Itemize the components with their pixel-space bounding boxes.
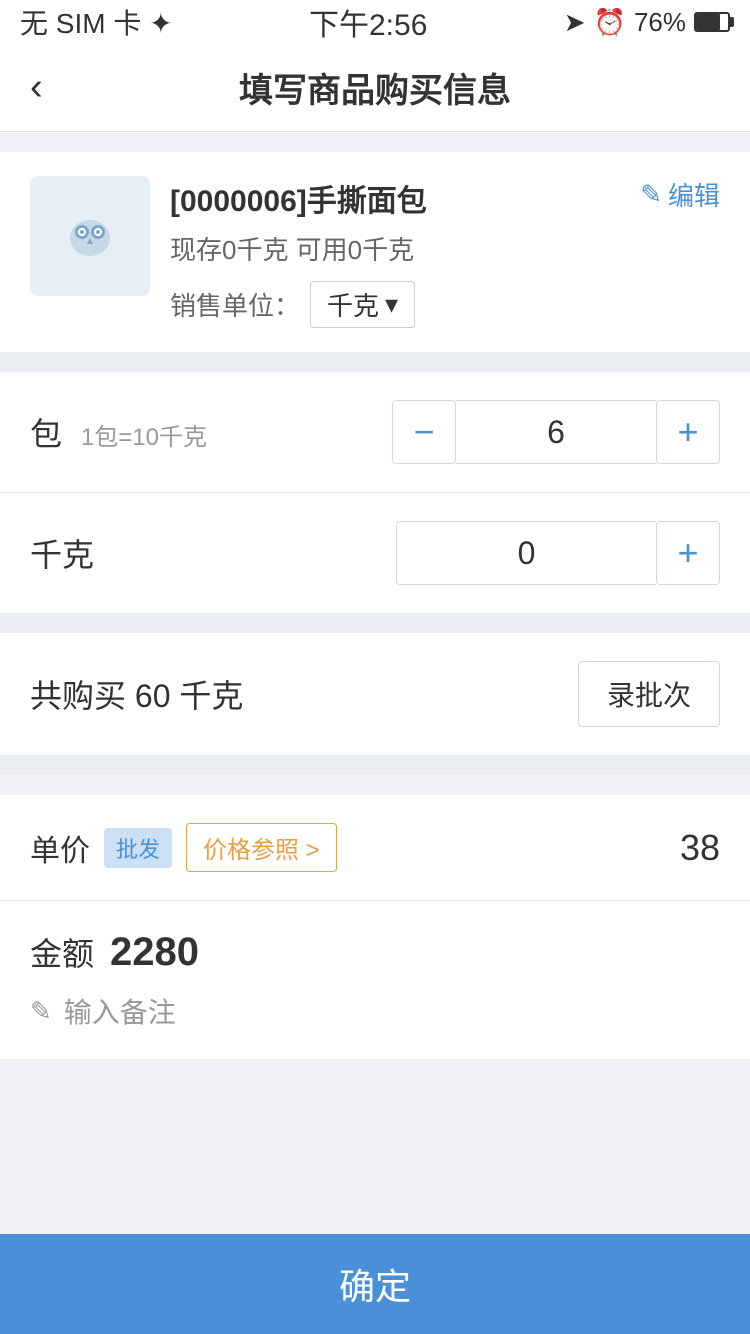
input-section: 包 1包=10千克 − + 千克 + xyxy=(0,372,750,613)
price-value: 38 xyxy=(680,827,720,869)
amount-section: 金额 2280 ✎ 输入备注 xyxy=(0,900,750,1059)
status-time: 下午2:56 xyxy=(309,0,427,44)
kg-increase-button[interactable]: + xyxy=(656,521,720,585)
kg-input[interactable] xyxy=(396,521,656,585)
batch-button[interactable]: 录批次 xyxy=(578,661,720,727)
battery-icon xyxy=(694,12,730,32)
location-icon: ➤ xyxy=(564,7,586,38)
product-name: [0000006]手撕面包 xyxy=(170,176,427,220)
pack-decrease-button[interactable]: − xyxy=(392,400,456,464)
status-left: 无 SIM 卡 ✦ xyxy=(20,2,173,42)
unit-select[interactable]: 千克 ▾ xyxy=(310,281,415,328)
nav-bar: ‹ 填写商品购买信息 xyxy=(0,44,750,132)
edit-button[interactable]: ✎ 编辑 xyxy=(640,176,720,213)
edit-label: 编辑 xyxy=(668,176,720,213)
kg-row: 千克 + xyxy=(0,493,750,613)
price-label: 单价 xyxy=(30,826,90,870)
product-image xyxy=(30,176,150,296)
summary-text: 共购买 60 千克 xyxy=(30,671,243,717)
confirm-button[interactable]: 确定 xyxy=(0,1234,750,1334)
back-button[interactable]: ‹ xyxy=(30,66,43,109)
note-row[interactable]: ✎ 输入备注 xyxy=(30,991,720,1031)
divider-3 xyxy=(0,755,750,775)
price-ref-button[interactable]: 价格参照 > xyxy=(186,823,337,872)
divider-2 xyxy=(0,613,750,633)
battery-level: 76% xyxy=(634,7,686,38)
note-placeholder: 输入备注 xyxy=(64,991,176,1031)
price-badge: 批发 xyxy=(104,828,172,868)
page-title: 填写商品购买信息 xyxy=(239,63,511,112)
status-right: ➤ ⏰ 76% xyxy=(564,7,730,38)
pack-input[interactable] xyxy=(456,400,656,464)
summary-row: 共购买 60 千克 录批次 xyxy=(0,633,750,755)
pack-sub-label: 1包=10千克 xyxy=(81,424,207,451)
pack-label: 包 1包=10千克 xyxy=(30,409,392,455)
amount-row: 金额 2280 xyxy=(30,929,720,975)
kg-number-control: + xyxy=(396,521,720,585)
product-info: [0000006]手撕面包 ✎ 编辑 现存0千克 可用0千克 销售单位： 千克 … xyxy=(170,176,720,328)
price-section: 单价 批发 价格参照 > 38 xyxy=(0,795,750,900)
price-left: 单价 批发 价格参照 > xyxy=(30,823,337,872)
pack-increase-button[interactable]: + xyxy=(656,400,720,464)
pencil-icon: ✎ xyxy=(30,996,52,1027)
product-unit-row: 销售单位： 千克 ▾ xyxy=(170,281,720,328)
unit-value: 千克 xyxy=(327,286,379,323)
kg-label: 千克 xyxy=(30,530,396,576)
amount-value: 2280 xyxy=(110,930,199,975)
alarm-icon: ⏰ xyxy=(594,7,626,38)
pack-row: 包 1包=10千克 − + xyxy=(0,372,750,493)
price-row: 单价 批发 价格参照 > 38 xyxy=(30,823,720,872)
amount-label: 金额 xyxy=(30,929,94,975)
unit-label: 销售单位： xyxy=(170,286,300,323)
product-stock: 现存0千克 可用0千克 xyxy=(170,230,720,267)
product-card: [0000006]手撕面包 ✎ 编辑 现存0千克 可用0千克 销售单位： 千克 … xyxy=(0,152,750,352)
pack-number-control: − + xyxy=(392,400,720,464)
sim-signal: 无 SIM 卡 ✦ xyxy=(20,2,173,42)
divider-1 xyxy=(0,352,750,372)
dropdown-icon: ▾ xyxy=(385,289,398,320)
status-bar: 无 SIM 卡 ✦ 下午2:56 ➤ ⏰ 76% xyxy=(0,0,750,44)
edit-icon: ✎ xyxy=(640,179,662,210)
